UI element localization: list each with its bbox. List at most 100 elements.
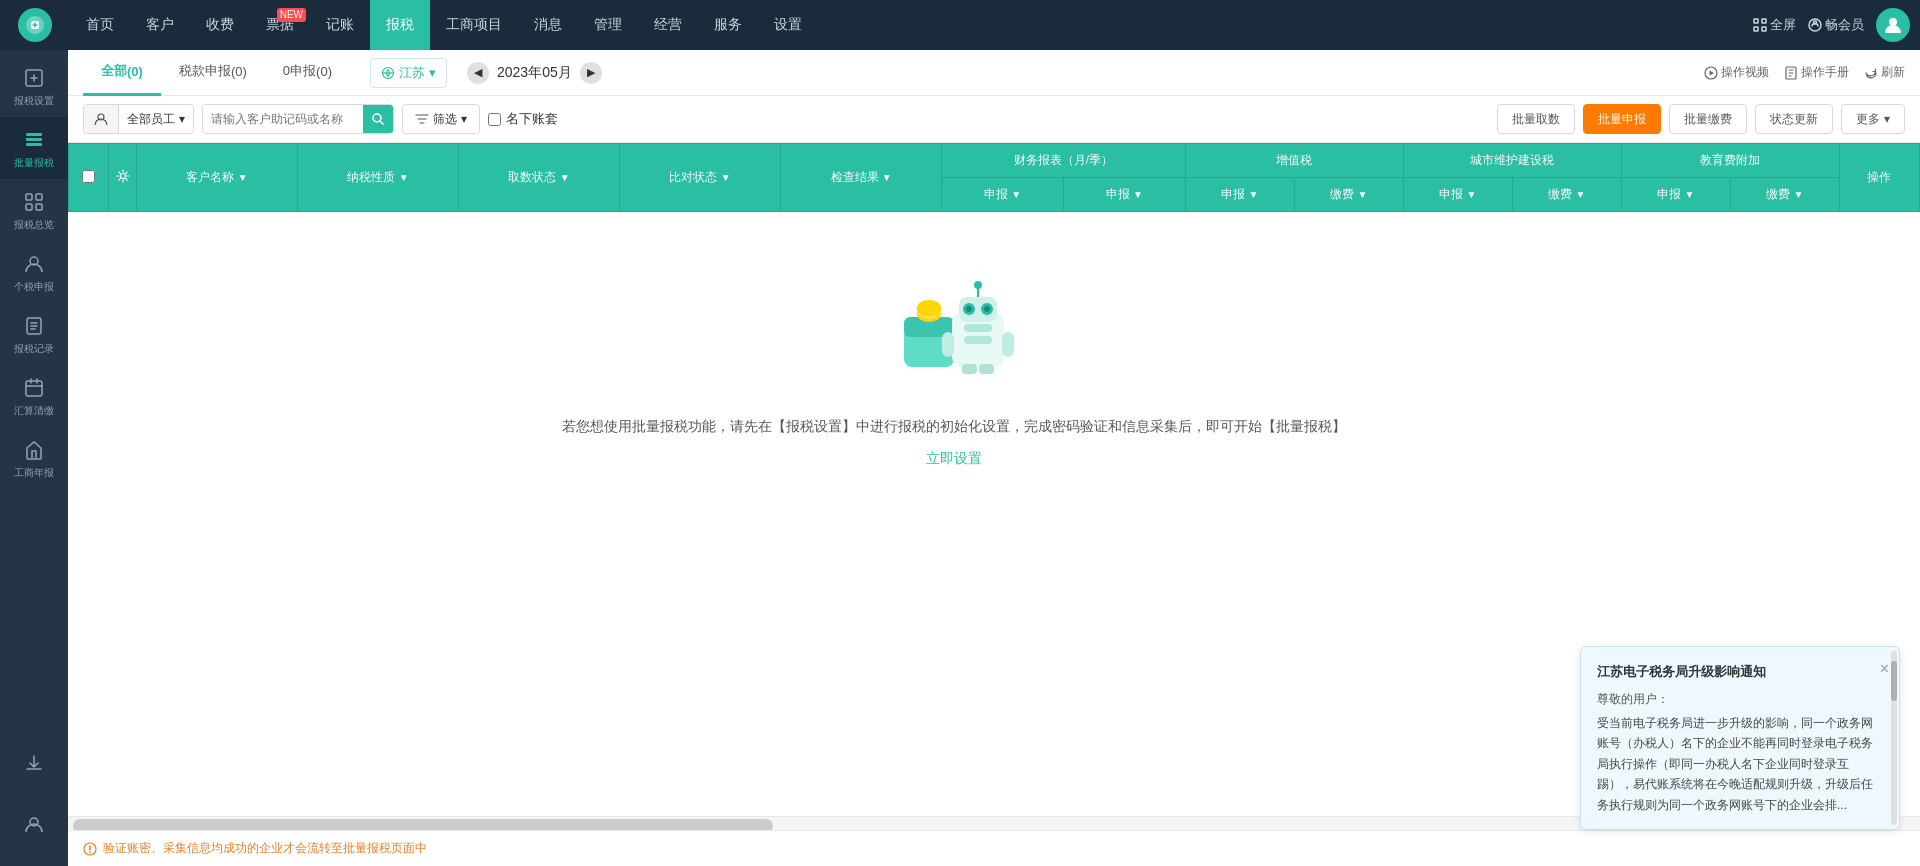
nav-home[interactable]: 首页 — [70, 0, 130, 50]
th-education-surcharge: 教育费附加 — [1621, 144, 1839, 178]
empty-message: 若您想使用批量报税功能，请先在【报税设置】中进行报税的初始化设置，完成密码验证和… — [562, 412, 1346, 440]
member-btn[interactable]: 畅会员 — [1808, 16, 1864, 34]
avatar[interactable] — [1876, 8, 1910, 42]
notification-panel: × 江苏电子税务局升级影响通知 尊敬的用户： 受当前电子税务局进一步升级的影响，… — [1580, 646, 1900, 830]
empty-state: 若您想使用批量报税功能，请先在【报税设置】中进行报税的初始化设置，完成密码验证和… — [69, 212, 1840, 528]
batch-pay-button[interactable]: 批量缴费 — [1669, 104, 1747, 134]
toolbar: 全部员工 ▾ 筛选 ▾ 名下账套 批量取数 批量申报 — [68, 96, 1920, 143]
warning-icon — [83, 842, 97, 856]
nav-bookkeeping[interactable]: 记账 — [310, 0, 370, 50]
svg-marker-21 — [1710, 70, 1715, 75]
nav-tax[interactable]: 报税 — [370, 0, 430, 50]
sidebar: 报税设置 批量报税 报税总览 个税申报 报税记录 — [0, 50, 68, 866]
region-select[interactable]: 江苏 ▾ — [370, 58, 447, 88]
notification-content: 受当前电子税务局进一步升级的影响，同一个政务网账号（办税人）名下的企业不能再同时… — [1597, 713, 1883, 815]
th-urban-declaration: 申报 ▼ — [1403, 178, 1512, 212]
notif-scrollbar[interactable] — [1891, 651, 1897, 825]
tax-settings-icon — [22, 66, 46, 90]
svg-rect-1 — [1762, 19, 1766, 23]
svg-rect-37 — [964, 324, 992, 332]
sidebar-profile[interactable] — [0, 794, 68, 856]
nav-invoice[interactable]: 票据 NEW — [250, 0, 310, 50]
tabs-bar: 全部(0) 税款申报(0) 0申报(0) 江苏 ▾ ◀ 2023年05月 ▶ — [68, 50, 1920, 96]
notification-title: 江苏电子税务局升级影响通知 — [1597, 661, 1883, 683]
nav-service[interactable]: 服务 — [698, 0, 758, 50]
setup-link[interactable]: 立即设置 — [926, 450, 982, 468]
sidebar-item-annual-report[interactable]: 工商年报 — [0, 427, 68, 489]
more-button[interactable]: 更多 ▾ — [1841, 104, 1905, 134]
comparestatus-filter-icon[interactable]: ▼ — [721, 172, 731, 183]
sidebar-bottom — [0, 732, 68, 866]
th-vat: 增值税 — [1185, 144, 1403, 178]
fetchstatus-filter-icon[interactable]: ▼ — [560, 172, 570, 183]
batch-submit-button[interactable]: 批量申报 — [1583, 104, 1661, 134]
video-tutorial-btn[interactable]: 操作视频 — [1704, 64, 1769, 81]
select-all-checkbox[interactable] — [82, 170, 95, 183]
nav-manage[interactable]: 管理 — [578, 0, 638, 50]
employee-select-value: 全部员工 ▾ — [119, 111, 193, 128]
batch-get-button[interactable]: 批量取数 — [1497, 104, 1575, 134]
region-chevron: ▾ — [429, 65, 436, 80]
svg-rect-8 — [26, 133, 42, 136]
svg-rect-0 — [1754, 19, 1758, 23]
status-update-button[interactable]: 状态更新 — [1755, 104, 1833, 134]
checkresult-filter-icon[interactable]: ▼ — [882, 172, 892, 183]
svg-rect-13 — [26, 204, 32, 210]
annual-clearance-icon — [22, 376, 46, 400]
tab-tax-declaration[interactable]: 税款申报(0) — [161, 50, 265, 96]
tab-zero-declaration[interactable]: 0申报(0) — [265, 50, 350, 96]
filter-button[interactable]: 筛选 ▾ — [402, 104, 480, 134]
tax-overview-icon — [22, 190, 46, 214]
sidebar-item-tax-overview[interactable]: 报税总览 — [0, 179, 68, 241]
sidebar-item-tax-settings[interactable]: 报税设置 — [0, 55, 68, 117]
sidebar-download[interactable] — [0, 732, 68, 794]
nav-operation[interactable]: 经营 — [638, 0, 698, 50]
refresh-btn[interactable]: 刷新 — [1864, 64, 1905, 81]
tab-all[interactable]: 全部(0) — [83, 50, 161, 96]
tabs-right: 操作视频 操作手册 刷新 — [1704, 64, 1905, 81]
th-compare-status: 比对状态 ▼ — [620, 144, 781, 212]
svg-rect-41 — [962, 364, 977, 374]
svg-rect-11 — [26, 194, 32, 200]
bottom-bar: 验证账密、采集信息均成功的企业才会流转至批量报税页面中 — [68, 830, 1920, 866]
svg-point-36 — [984, 306, 990, 312]
notif-scroll-thumb — [1891, 661, 1897, 701]
svg-rect-2 — [1754, 27, 1758, 31]
accountset-checkbox[interactable] — [488, 113, 501, 126]
nav-customer[interactable]: 客户 — [130, 0, 190, 50]
employee-select-icon — [84, 105, 119, 133]
nav-fee[interactable]: 收费 — [190, 0, 250, 50]
fullscreen-btn[interactable]: 全屏 — [1753, 16, 1796, 34]
search-button[interactable] — [363, 104, 393, 134]
nav-commerce[interactable]: 工商项目 — [430, 0, 518, 50]
employee-chevron-icon: ▾ — [179, 112, 185, 126]
th-financial-declaration: 申报 ▼ — [942, 178, 1064, 212]
sidebar-item-tax-records[interactable]: 报税记录 — [0, 303, 68, 365]
employee-select[interactable]: 全部员工 ▾ — [83, 104, 194, 134]
th-edu-declaration: 申报 ▼ — [1621, 178, 1730, 212]
svg-rect-42 — [979, 364, 994, 374]
customer-filter-icon[interactable]: ▼ — [238, 172, 248, 183]
notification-close-button[interactable]: × — [1880, 655, 1889, 682]
search-input[interactable] — [203, 105, 363, 133]
nav-settings[interactable]: 设置 — [758, 0, 818, 50]
sidebar-item-batch-tax[interactable]: 批量报税 — [0, 117, 68, 179]
svg-rect-3 — [1762, 27, 1766, 31]
manual-btn[interactable]: 操作手册 — [1784, 64, 1849, 81]
th-edu-pay: 缴费 ▼ — [1730, 178, 1839, 212]
checkbox-label-accountset[interactable]: 名下账套 — [488, 110, 558, 128]
svg-rect-10 — [26, 143, 42, 146]
robot-illustration — [894, 272, 1014, 392]
taxtype-filter-icon[interactable]: ▼ — [399, 172, 409, 183]
next-month-btn[interactable]: ▶ — [580, 62, 602, 84]
nav-message[interactable]: 消息 — [518, 0, 578, 50]
svg-rect-9 — [26, 138, 42, 141]
svg-rect-39 — [942, 332, 954, 357]
logo[interactable] — [10, 0, 60, 50]
sidebar-item-personal-tax[interactable]: 个税申报 — [0, 241, 68, 303]
sidebar-item-annual-clearance[interactable]: 汇算清缴 — [0, 365, 68, 427]
prev-month-btn[interactable]: ◀ — [467, 62, 489, 84]
svg-point-6 — [1889, 18, 1897, 26]
th-financial-report: 财务报表（月/季） — [942, 144, 1186, 178]
personal-tax-icon — [22, 252, 46, 276]
